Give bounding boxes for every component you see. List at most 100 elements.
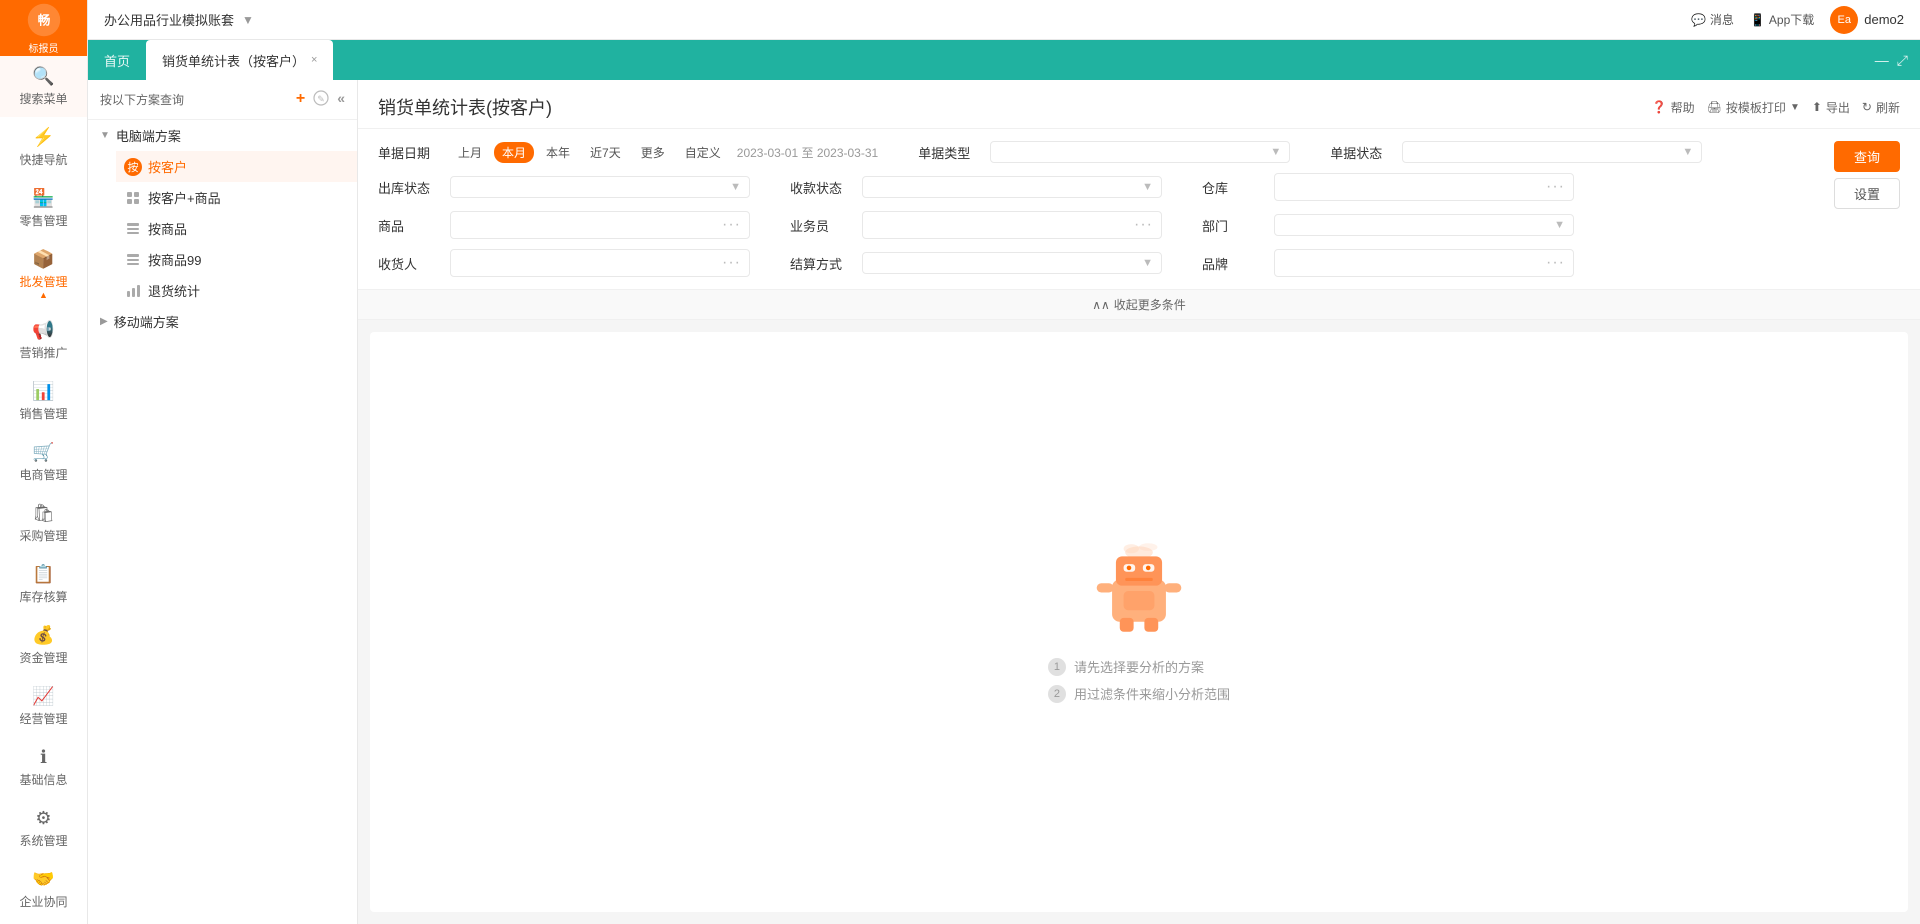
date-custom[interactable]: 自定义 xyxy=(677,142,729,163)
goods-dots: ··· xyxy=(722,216,741,234)
topbar-left: 办公用品行业模拟账套 ▼ xyxy=(104,10,254,29)
message-btn[interactable]: 💬 消息 xyxy=(1691,11,1734,28)
collapse-bar[interactable]: ∧∧ 收起更多条件 xyxy=(358,290,1920,320)
finance-icon: 💰 xyxy=(32,625,54,646)
date-7days[interactable]: 近7天 xyxy=(582,142,629,163)
sidebar-item-inventory[interactable]: 📋 库存核算 xyxy=(0,554,87,615)
collapse-label: 收起更多条件 xyxy=(1114,296,1186,313)
warehouse-select[interactable]: ··· xyxy=(1274,173,1574,201)
print-icon: 🖨 xyxy=(1707,100,1722,114)
app-logo[interactable]: 畅 标报员 xyxy=(0,0,87,56)
user-avatar[interactable]: Ea xyxy=(1830,6,1858,34)
receiver-label: 收货人 xyxy=(378,254,434,273)
empty-robot-illustration xyxy=(1089,541,1189,641)
tree-item-goods99[interactable]: 按商品99 xyxy=(116,244,357,275)
tip1-text: 请先选择要分析的方案 xyxy=(1074,657,1204,676)
print-btn[interactable]: 🖨 按模板打印 ▼ xyxy=(1707,99,1800,116)
filter-left: 单据日期 上月 本月 本年 近7天 更多 自定义 2023-03-01 至 20… xyxy=(378,141,1818,277)
tree-item-goods[interactable]: 按商品 xyxy=(116,213,357,244)
tab-expand-icon[interactable]: ⤢ xyxy=(1897,52,1908,69)
salesperson-dots: ··· xyxy=(1134,216,1153,234)
page-header: 销货单统计表(按客户) ❓ 帮助 🖨 按模板打印 ▼ ⬆ 导出 xyxy=(358,80,1920,129)
sidebar-item-collab[interactable]: 🤝 企业协同 xyxy=(0,859,87,920)
sidebar-item-guide[interactable]: 🎯 新手引导 xyxy=(0,920,87,924)
tree-mobile-group[interactable]: ▶ 移动端方案 xyxy=(88,306,357,337)
setting-button[interactable]: 设置 xyxy=(1834,178,1900,209)
doc-type-select[interactable]: ▼ xyxy=(990,141,1290,163)
right-content: 销货单统计表(按客户) ❓ 帮助 🖨 按模板打印 ▼ ⬆ 导出 xyxy=(358,80,1920,924)
help-btn[interactable]: ❓ 帮助 xyxy=(1652,99,1695,116)
sidebar-item-finance[interactable]: 💰 资金管理 xyxy=(0,615,87,676)
doc-status-select[interactable]: ▼ xyxy=(1402,141,1702,163)
out-status-select[interactable]: ▼ xyxy=(450,176,750,198)
sidebar-item-sales[interactable]: 📊 销售管理 xyxy=(0,371,87,432)
page-title: 销货单统计表(按客户) xyxy=(378,94,552,120)
sidebar-item-operations[interactable]: 📈 经营管理 xyxy=(0,676,87,737)
sidebar-item-label: 批发管理 xyxy=(19,273,67,290)
tree-desktop-group[interactable]: ▼ 电脑端方案 xyxy=(88,120,357,151)
goods-select[interactable]: ··· xyxy=(450,211,750,239)
payment-dropdown-icon: ▼ xyxy=(1142,257,1153,269)
page-content: 按以下方案查询 + ✎ « ▼ 电脑端方案 xyxy=(88,80,1920,924)
tab-sales-stats[interactable]: 销货单统计表（按客户） × xyxy=(146,40,333,80)
sidebar-item-search[interactable]: 🔍 搜索菜单 xyxy=(0,56,87,117)
date-this-year[interactable]: 本年 xyxy=(538,142,578,163)
brand-select[interactable]: ··· xyxy=(1274,249,1574,277)
tab-actions: — ⤢ xyxy=(1875,52,1920,69)
logo-icon: 畅 xyxy=(26,2,62,38)
svg-text:✎: ✎ xyxy=(317,94,325,104)
sidebar-menu: 🔍 搜索菜单 ⚡ 快捷导航 🏪 零售管理 📦 批发管理 ▲ 📢 营销推广 📊 销… xyxy=(0,56,87,924)
tree-mobile-label: 移动端方案 xyxy=(114,312,179,331)
receipt-status-select[interactable]: ▼ xyxy=(862,176,1162,198)
sidebar-item-basic[interactable]: ℹ 基础信息 xyxy=(0,737,87,798)
sidebar-item-wholesale[interactable]: 📦 批发管理 ▲ xyxy=(0,239,87,310)
goods99-icon xyxy=(124,251,142,269)
tree-mobile-arrow-icon: ▶ xyxy=(100,316,108,327)
sidebar-item-quicknav[interactable]: ⚡ 快捷导航 xyxy=(0,117,87,178)
sidebar-item-label: 销售管理 xyxy=(19,405,67,422)
payment-select[interactable]: ▼ xyxy=(862,252,1162,274)
message-icon: 💬 xyxy=(1691,13,1706,27)
doc-type-dropdown-icon: ▼ xyxy=(1270,146,1281,158)
sidebar-item-purchase[interactable]: 🛍 采购管理 xyxy=(0,493,87,554)
table2-icon xyxy=(125,252,141,268)
app-download-btn[interactable]: 📱 App下载 xyxy=(1750,11,1814,28)
print-dropdown-icon: ▼ xyxy=(1790,102,1800,113)
brand-dots: ··· xyxy=(1546,254,1565,272)
tab-minimize-icon[interactable]: — xyxy=(1875,52,1889,69)
department-select[interactable]: ▼ xyxy=(1274,214,1574,236)
sidebar-item-marketing[interactable]: 📢 营销推广 xyxy=(0,310,87,371)
grid-icon xyxy=(125,190,141,206)
left-panel: 按以下方案查询 + ✎ « ▼ 电脑端方案 xyxy=(88,80,358,924)
edit-icon: ✎ xyxy=(313,90,329,106)
date-more[interactable]: 更多 xyxy=(633,142,673,163)
date-last-month[interactable]: 上月 xyxy=(450,142,490,163)
query-button[interactable]: 查询 xyxy=(1834,141,1900,172)
receipt-status-dropdown-icon: ▼ xyxy=(1142,181,1153,193)
collapse-panel-btn[interactable]: « xyxy=(337,90,345,109)
user-name: demo2 xyxy=(1864,12,1904,27)
operations-icon: 📈 xyxy=(32,686,54,707)
empty-tips: 1 请先选择要分析的方案 2 用过滤条件来缩小分析范围 xyxy=(1048,657,1230,703)
tab-close-icon[interactable]: × xyxy=(311,54,317,66)
tree-item-return[interactable]: 退货统计 xyxy=(116,275,357,306)
sidebar-item-ecommerce[interactable]: 🛒 电商管理 xyxy=(0,432,87,493)
collab-icon: 🤝 xyxy=(32,869,54,890)
sidebar-item-system[interactable]: ⚙ 系统管理 xyxy=(0,798,87,859)
help-label: 帮助 xyxy=(1671,99,1695,116)
logo-text: 标报员 xyxy=(29,40,59,55)
tab-home[interactable]: 首页 xyxy=(88,40,146,80)
topbar-dropdown-icon[interactable]: ▼ xyxy=(242,13,254,27)
add-scheme-btn[interactable]: + xyxy=(296,90,305,109)
salesperson-select[interactable]: ··· xyxy=(862,211,1162,239)
export-btn[interactable]: ⬆ 导出 xyxy=(1812,99,1850,116)
tree-item-customer-goods[interactable]: 按客户+商品 xyxy=(116,182,357,213)
sidebar-item-retail[interactable]: 🏪 零售管理 xyxy=(0,178,87,239)
tree-item-customer[interactable]: 按 按客户 xyxy=(116,151,357,182)
refresh-btn[interactable]: ↻ 刷新 xyxy=(1862,99,1900,116)
date-this-month[interactable]: 本月 xyxy=(494,142,534,163)
edit-scheme-btn[interactable]: ✎ xyxy=(313,90,329,109)
receiver-select[interactable]: ··· xyxy=(450,249,750,277)
goods-icon xyxy=(124,220,142,238)
user-area[interactable]: Ea demo2 xyxy=(1830,6,1904,34)
